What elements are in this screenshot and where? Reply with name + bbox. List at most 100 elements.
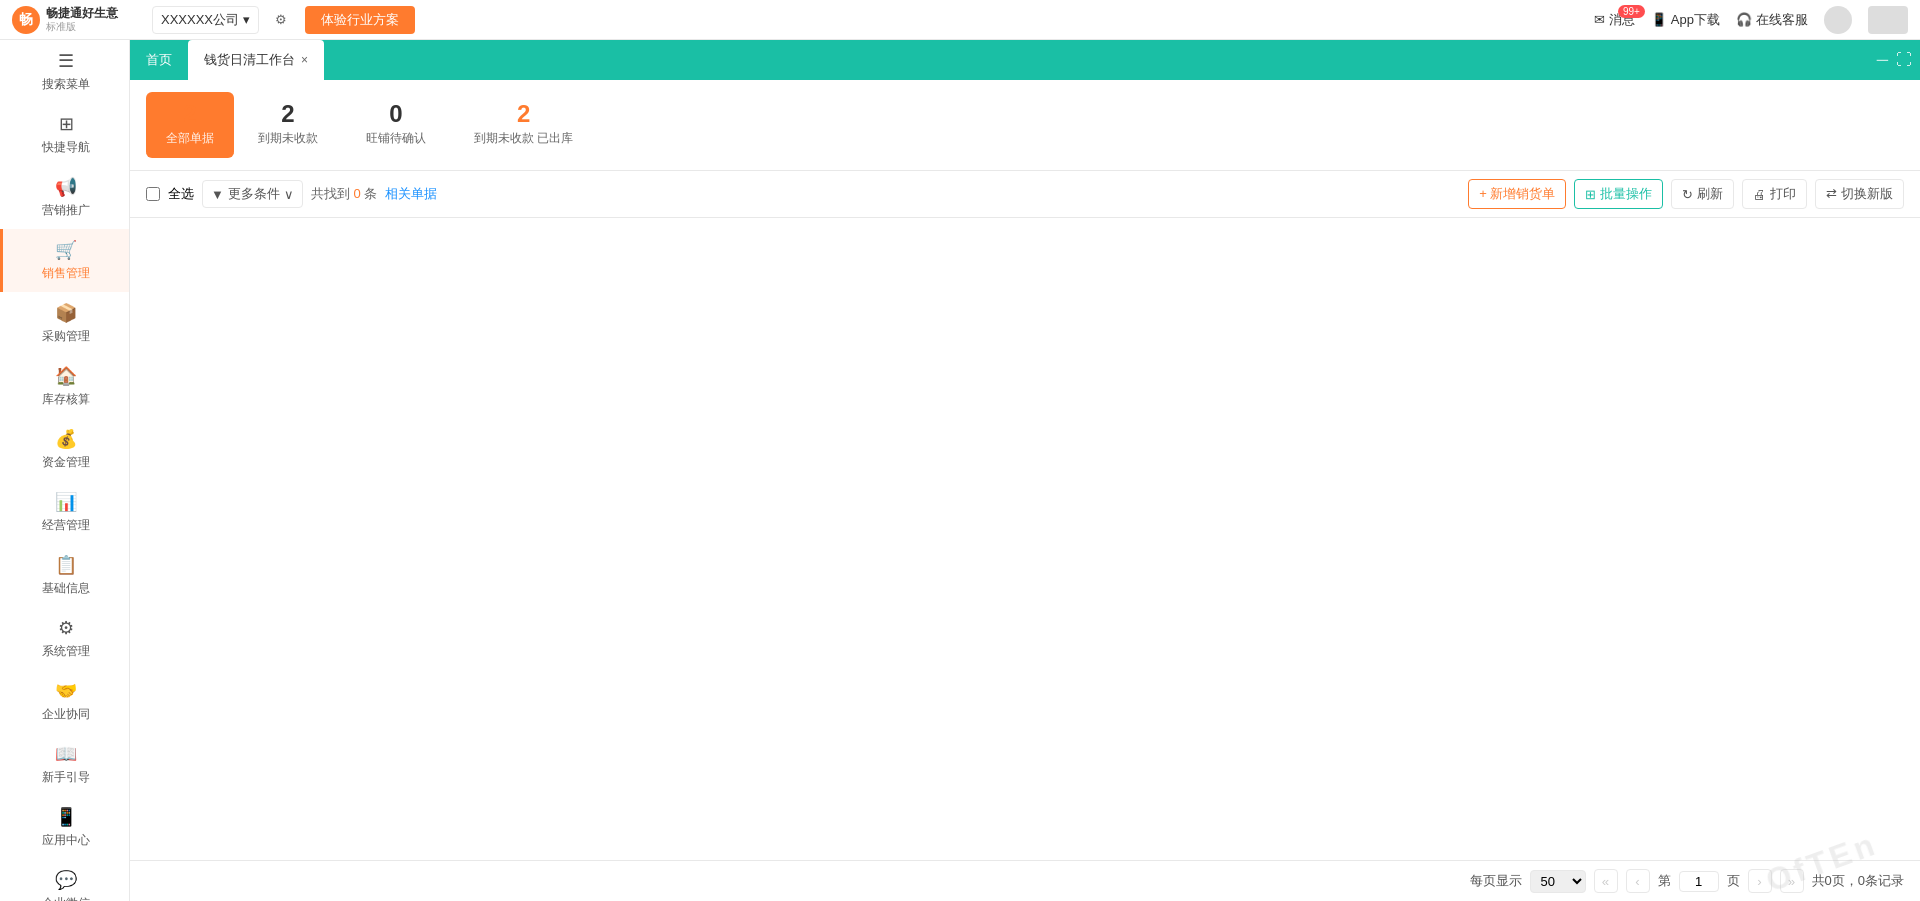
guide-icon: 📖 xyxy=(55,743,77,765)
sidebar-item-system[interactable]: ⚙ 系统管理 xyxy=(0,607,129,670)
marketing-icon: 📢 xyxy=(55,176,77,198)
logo-text: 畅捷通好生意 标准版 xyxy=(46,6,118,32)
last-page-button[interactable]: » xyxy=(1780,869,1804,893)
sidebar-item-quick-nav[interactable]: ⊞ 快捷导航 xyxy=(0,103,129,166)
switch-version-button[interactable]: ⇄ 切换新版 xyxy=(1815,179,1904,209)
switch-label: 切换新版 xyxy=(1841,186,1893,201)
sidebar-item-search-menu[interactable]: ☰ 搜索菜单 xyxy=(0,40,129,103)
refresh-button[interactable]: ↻ 刷新 xyxy=(1671,179,1734,209)
company-name: XXXXXX公司 xyxy=(161,11,239,29)
sidebar-item-inventory[interactable]: 🏠 库存核算 xyxy=(0,355,129,418)
message-icon: ✉ xyxy=(1594,12,1605,27)
print-button[interactable]: 🖨 打印 xyxy=(1742,179,1807,209)
sidebar-item-label-sales: 销售管理 xyxy=(42,265,90,282)
add-sales-order-button[interactable]: + 新增销货单 xyxy=(1468,179,1566,209)
batch-icon: ⊞ xyxy=(1585,187,1596,202)
stat-card-all[interactable]: 2 全部单据 xyxy=(146,92,234,158)
sidebar-item-finance[interactable]: 💰 资金管理 xyxy=(0,418,129,481)
basic-info-icon: 📋 xyxy=(55,554,77,576)
sidebar-item-purchase[interactable]: 📦 采购管理 xyxy=(0,292,129,355)
online-service-label: 在线客服 xyxy=(1756,11,1808,29)
user-avatar[interactable] xyxy=(1824,6,1852,34)
sidebar-item-app-center[interactable]: 📱 应用中心 xyxy=(0,796,129,859)
sidebar-item-label-purchase: 采购管理 xyxy=(42,328,90,345)
sidebar-item-operations[interactable]: 📊 经营管理 xyxy=(0,481,129,544)
logo-area: 畅 畅捷通好生意 标准版 xyxy=(12,6,142,34)
stat-wangpu-label: 旺铺待确认 xyxy=(366,130,426,147)
page-number-input[interactable] xyxy=(1679,871,1719,892)
page-suffix: 页 xyxy=(1727,872,1740,890)
system-icon: ⚙ xyxy=(58,617,74,639)
toolbar-left: 全选 ▼ 更多条件 ∨ 共找到 0 条 相关单据 xyxy=(146,180,437,208)
prev-page-button[interactable]: ‹ xyxy=(1626,869,1650,893)
stat-overdue-label: 到期未收款 xyxy=(258,130,318,147)
stat-card-wangpu[interactable]: 0 旺铺待确认 xyxy=(350,92,458,158)
message-button[interactable]: ✉ 消息 99+ xyxy=(1594,11,1635,29)
select-all-label: 全选 xyxy=(168,185,194,203)
top-right-area: ✉ 消息 99+ 📱 App下载 🎧 在线客服 xyxy=(1594,6,1908,34)
page-summary: 共0页，0条记录 xyxy=(1812,872,1904,890)
next-page-button[interactable]: › xyxy=(1748,869,1772,893)
sidebar: ☰ 搜索菜单 ⊞ 快捷导航 📢 营销推广 🛒 销售管理 📦 采购管理 🏠 库存核… xyxy=(0,40,130,901)
operations-icon: 📊 xyxy=(55,491,77,513)
stat-card-overdue[interactable]: 2 到期未收款 xyxy=(242,92,350,158)
found-text: 共找到 0 条 xyxy=(311,185,377,203)
sidebar-item-label-wechat: 企业微信 xyxy=(42,895,90,901)
user-name-area[interactable] xyxy=(1868,6,1908,34)
select-all-checkbox[interactable] xyxy=(146,187,160,201)
tab-bar-actions: ─ ⛶ xyxy=(1877,51,1920,69)
sidebar-item-marketing[interactable]: 📢 营销推广 xyxy=(0,166,129,229)
filter-icon: ▼ xyxy=(211,187,224,202)
tab-workbench[interactable]: 钱货日清工作台 × xyxy=(188,40,324,80)
main-layout: ☰ 搜索菜单 ⊞ 快捷导航 📢 营销推广 🛒 销售管理 📦 采购管理 🏠 库存核… xyxy=(0,40,1920,901)
search-menu-icon: ☰ xyxy=(58,50,74,72)
stat-all-label: 全部单据 xyxy=(166,130,214,147)
top-bar: 畅 畅捷通好生意 标准版 XXXXXX公司 ▾ ⚙ 体验行业方案 ✉ 消息 99… xyxy=(0,0,1920,40)
minimize-icon[interactable]: ─ xyxy=(1877,51,1888,69)
stat-all-number: 2 xyxy=(166,100,214,128)
per-page-select[interactable]: 50 20 100 xyxy=(1530,870,1586,893)
stat-shipped-label: 到期未收款 已出库 xyxy=(474,130,573,147)
logo-main: 畅捷通好生意 xyxy=(46,6,118,20)
sidebar-item-enterprise[interactable]: 🤝 企业协同 xyxy=(0,670,129,733)
related-link[interactable]: 相关单据 xyxy=(385,185,437,203)
stat-card-shipped[interactable]: 2 到期未收款 已出库 xyxy=(458,92,605,158)
switch-icon: ⇄ xyxy=(1826,186,1837,201)
print-icon: 🖨 xyxy=(1753,187,1766,202)
finance-icon: 💰 xyxy=(55,428,77,450)
first-page-button[interactable]: « xyxy=(1594,869,1618,893)
maximize-icon[interactable]: ⛶ xyxy=(1896,51,1912,69)
tab-bar: 首页 钱货日清工作台 × ─ ⛶ xyxy=(130,40,1920,80)
settings-button[interactable]: ⚙ xyxy=(267,6,295,34)
dropdown-icon: ▾ xyxy=(243,12,250,27)
page-content: 2 全部单据 2 到期未收款 0 旺铺待确认 2 到期未收款 已出库 xyxy=(130,80,1920,901)
stat-overdue-number: 2 xyxy=(258,100,318,128)
sidebar-item-label-quick-nav: 快捷导航 xyxy=(42,139,90,156)
refresh-label: 刷新 xyxy=(1697,185,1723,203)
experience-button[interactable]: 体验行业方案 xyxy=(305,6,415,34)
sidebar-item-wechat[interactable]: 💬 企业微信 xyxy=(0,859,129,901)
company-selector[interactable]: XXXXXX公司 ▾ xyxy=(152,6,259,34)
message-badge: 99+ xyxy=(1618,5,1645,18)
tab-close-icon[interactable]: × xyxy=(301,53,308,67)
tab-home[interactable]: 首页 xyxy=(130,40,188,80)
purchase-icon: 📦 xyxy=(55,302,77,324)
per-page-label: 每页显示 xyxy=(1470,872,1522,890)
app-download-button[interactable]: 📱 App下载 xyxy=(1651,11,1720,29)
filter-button[interactable]: ▼ 更多条件 ∨ xyxy=(202,180,303,208)
wechat-icon: 💬 xyxy=(55,869,77,891)
stat-shipped-number: 2 xyxy=(474,100,573,128)
sidebar-item-basic-info[interactable]: 📋 基础信息 xyxy=(0,544,129,607)
sidebar-item-sales[interactable]: 🛒 销售管理 xyxy=(0,229,129,292)
batch-operation-button[interactable]: ⊞ 批量操作 xyxy=(1574,179,1663,209)
table-area xyxy=(130,218,1920,860)
sidebar-item-label-enterprise: 企业协同 xyxy=(42,706,90,723)
inventory-icon: 🏠 xyxy=(55,365,77,387)
sidebar-item-label-operations: 经营管理 xyxy=(42,517,90,534)
sidebar-item-label-guide: 新手引导 xyxy=(42,769,90,786)
logo-sub: 标准版 xyxy=(46,21,118,33)
online-service-button[interactable]: 🎧 在线客服 xyxy=(1736,11,1808,29)
found-unit: 条 xyxy=(364,186,377,201)
sidebar-item-guide[interactable]: 📖 新手引导 xyxy=(0,733,129,796)
app-download-label: App下载 xyxy=(1671,11,1720,29)
